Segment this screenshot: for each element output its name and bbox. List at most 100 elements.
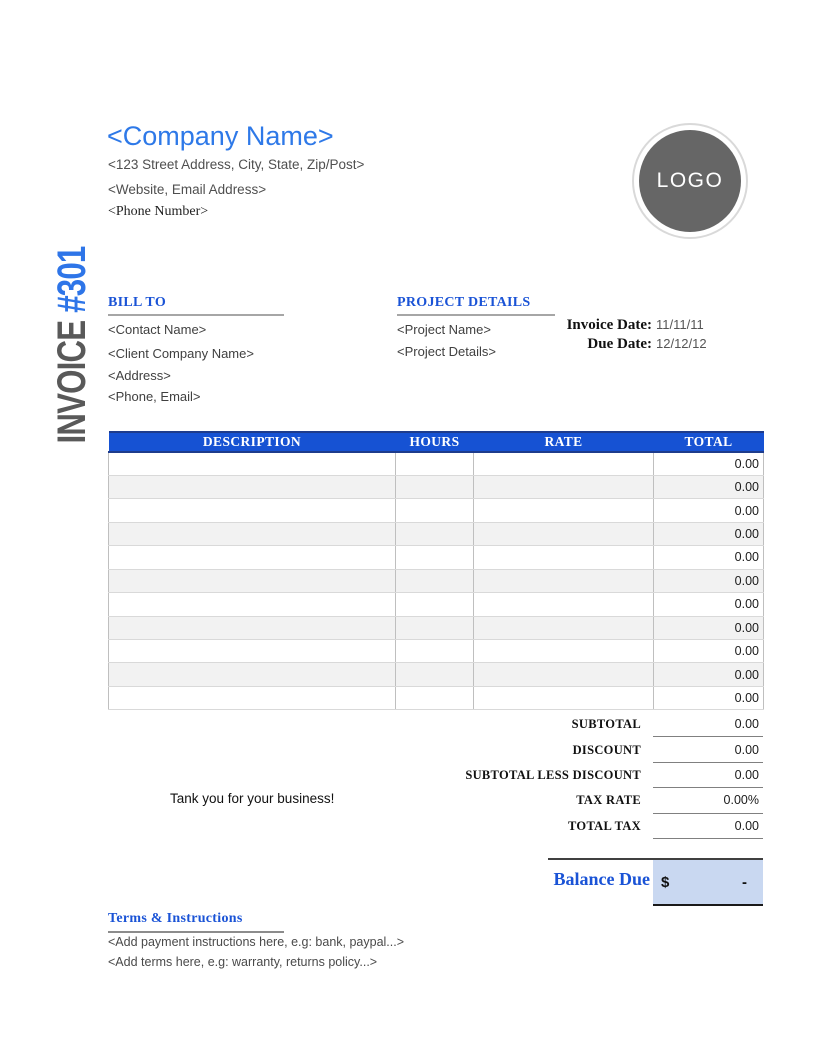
invoice-banner: INVOICE #301 [49, 200, 95, 490]
description-cell[interactable] [109, 499, 396, 522]
project-details-title: PROJECT DETAILS [397, 295, 531, 311]
total-cell: 0.00 [654, 475, 764, 498]
bill-to-title: BILL TO [108, 295, 166, 311]
hours-cell[interactable] [396, 663, 474, 686]
description-cell[interactable] [109, 593, 396, 616]
hours-cell[interactable] [396, 546, 474, 569]
terms-payment-instructions[interactable]: <Add payment instructions here, e.g: ban… [108, 935, 404, 949]
bill-to-phone-email[interactable]: <Phone, Email> [108, 389, 201, 404]
rate-cell[interactable] [474, 686, 654, 709]
hours-cell[interactable] [396, 616, 474, 639]
balance-due-amount: - [742, 874, 747, 891]
rate-cell[interactable] [474, 499, 654, 522]
terms-title: Terms & Instructions [108, 911, 284, 933]
logo-placeholder[interactable]: LOGO [639, 130, 741, 232]
dates-block: Invoice Date: 11/11/11 Due Date: 12/12/1… [460, 317, 720, 355]
invoice-page: <Company Name> <123 Street Address, City… [0, 0, 817, 1057]
description-cell[interactable] [109, 663, 396, 686]
company-address[interactable]: <123 Street Address, City, State, Zip/Po… [108, 157, 364, 172]
terms-policy[interactable]: <Add terms here, e.g: warranty, returns … [108, 955, 377, 969]
summary-row-subtotal: SUBTOTAL 0.00 [108, 712, 763, 737]
bill-to-address[interactable]: <Address> [108, 368, 171, 383]
bill-to-contact-name[interactable]: <Contact Name> [108, 322, 206, 337]
col-header-hours: HOURS [396, 432, 474, 452]
company-phone[interactable]: <Phone Number> [108, 204, 208, 220]
subtotal-value: 0.00 [653, 712, 763, 737]
rate-cell[interactable] [474, 640, 654, 663]
description-cell[interactable] [109, 522, 396, 545]
col-header-total: TOTAL [654, 432, 764, 452]
logo-ring: LOGO [632, 123, 748, 239]
rate-cell[interactable] [474, 546, 654, 569]
summary-row-total-tax: TOTAL TAX 0.00 [108, 814, 763, 839]
invoice-word: INVOICE [50, 313, 94, 444]
total-tax-label: TOTAL TAX [108, 819, 653, 834]
description-cell[interactable] [109, 452, 396, 475]
bill-to-client-company[interactable]: <Client Company Name> [108, 346, 254, 361]
table-row: 0.00 [109, 686, 764, 709]
rate-cell[interactable] [474, 616, 654, 639]
hours-cell[interactable] [396, 640, 474, 663]
total-cell: 0.00 [654, 452, 764, 475]
hours-cell[interactable] [396, 452, 474, 475]
table-row: 0.00 [109, 522, 764, 545]
table-header-row: DESCRIPTION HOURS RATE TOTAL [109, 432, 764, 452]
rate-cell[interactable] [474, 475, 654, 498]
project-details-divider [397, 314, 555, 316]
table-row: 0.00 [109, 569, 764, 592]
hours-cell[interactable] [396, 475, 474, 498]
rate-cell[interactable] [474, 452, 654, 475]
invoice-number: #301 [50, 247, 94, 313]
rate-cell[interactable] [474, 593, 654, 616]
description-cell[interactable] [109, 686, 396, 709]
balance-due-bottom-rule [653, 904, 763, 906]
line-items-table: DESCRIPTION HOURS RATE TOTAL 0.00 0.00 0… [108, 431, 764, 710]
total-cell: 0.00 [654, 499, 764, 522]
table-row: 0.00 [109, 663, 764, 686]
total-cell: 0.00 [654, 616, 764, 639]
due-date-value[interactable]: 12/12/12 [656, 336, 707, 351]
subtotal-label: SUBTOTAL [108, 717, 653, 732]
company-name[interactable]: <Company Name> [107, 121, 334, 152]
description-cell[interactable] [109, 616, 396, 639]
total-cell: 0.00 [654, 663, 764, 686]
balance-due-label: Balance Due [440, 869, 650, 890]
due-date-row: Due Date: 12/12/12 [460, 336, 720, 355]
summary-block: SUBTOTAL 0.00 DISCOUNT 0.00 SUBTOTAL LES… [108, 712, 763, 839]
table-row: 0.00 [109, 593, 764, 616]
hours-cell[interactable] [396, 569, 474, 592]
description-cell[interactable] [109, 475, 396, 498]
rate-cell[interactable] [474, 663, 654, 686]
description-cell[interactable] [109, 640, 396, 663]
company-website-email[interactable]: <Website, Email Address> [108, 182, 266, 197]
table-row: 0.00 [109, 546, 764, 569]
subtotal-less-discount-value: 0.00 [653, 763, 763, 788]
description-cell[interactable] [109, 546, 396, 569]
total-cell: 0.00 [654, 522, 764, 545]
bill-to-divider [108, 314, 284, 316]
rate-cell[interactable] [474, 522, 654, 545]
logo-text: LOGO [657, 169, 724, 193]
hours-cell[interactable] [396, 686, 474, 709]
hours-cell[interactable] [396, 522, 474, 545]
hours-cell[interactable] [396, 499, 474, 522]
total-cell: 0.00 [654, 546, 764, 569]
description-cell[interactable] [109, 569, 396, 592]
table-row: 0.00 [109, 640, 764, 663]
due-date-label: Due Date: [460, 336, 652, 353]
tax-rate-value[interactable]: 0.00% [653, 788, 763, 813]
invoice-date-value[interactable]: 11/11/11 [656, 317, 704, 332]
total-tax-value: 0.00 [653, 814, 763, 839]
discount-value[interactable]: 0.00 [653, 737, 763, 762]
col-header-description: DESCRIPTION [109, 432, 396, 452]
table-row: 0.00 [109, 475, 764, 498]
balance-due-box: $ - [653, 860, 763, 904]
total-cell: 0.00 [654, 593, 764, 616]
total-cell: 0.00 [654, 686, 764, 709]
table-row: 0.00 [109, 616, 764, 639]
rate-cell[interactable] [474, 569, 654, 592]
total-cell: 0.00 [654, 569, 764, 592]
col-header-rate: RATE [474, 432, 654, 452]
hours-cell[interactable] [396, 593, 474, 616]
discount-label: DISCOUNT [108, 743, 653, 758]
